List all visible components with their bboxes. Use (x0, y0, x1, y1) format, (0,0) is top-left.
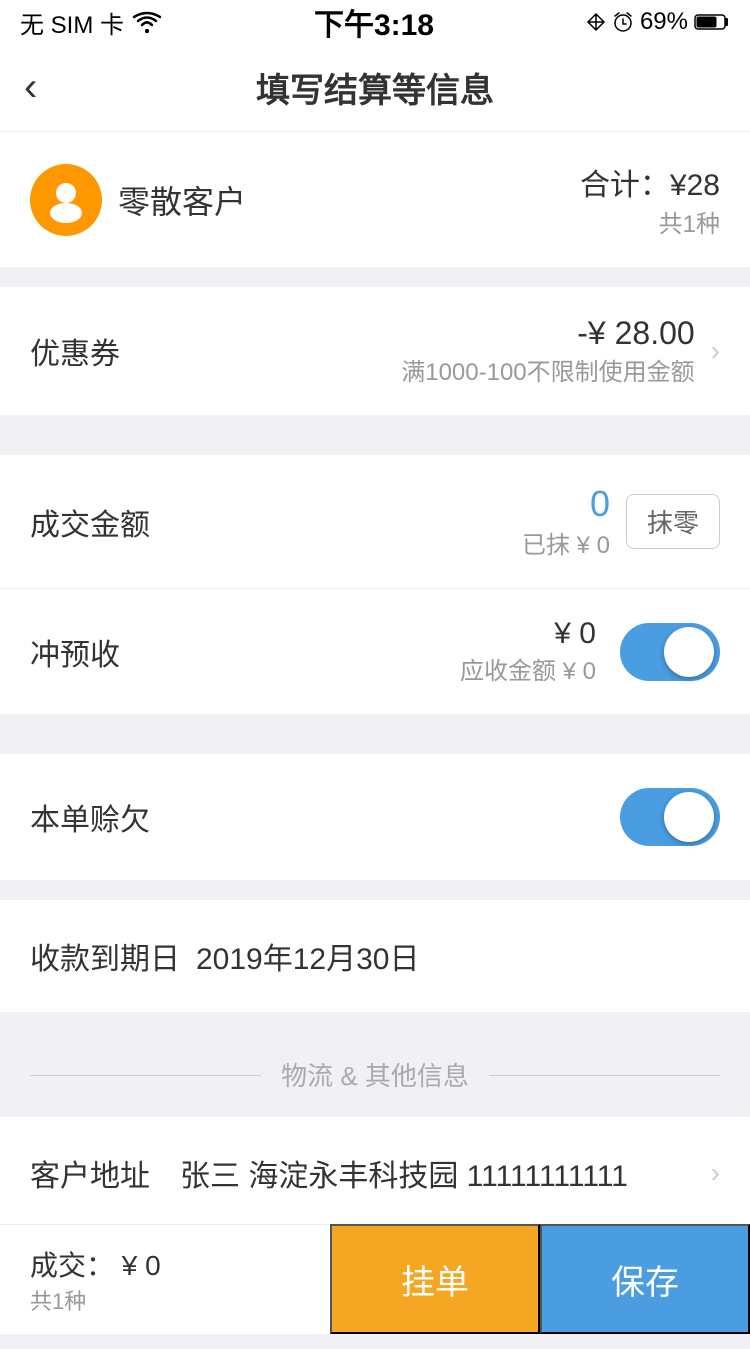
deal-amount-section: 成交金额 0 已抹 ¥ 0 抹零 冲预收 ¥ 0 应收金额 ¥ 0 (0, 455, 750, 714)
deal-amount-sub: 已抹 ¥ 0 (522, 525, 610, 560)
hold-button[interactable]: 挂单 (330, 1224, 540, 1334)
battery-percent: 69% (640, 8, 688, 36)
content: 零散客户 合计：¥28 共1种 优惠券 -¥ 28.00 满1000-100不限… (0, 132, 750, 1349)
avatar (30, 164, 102, 236)
customer-row: 零散客户 合计：¥28 共1种 (0, 132, 750, 267)
customer-name: 零散客户 (118, 177, 246, 223)
back-button[interactable]: ‹ (24, 65, 37, 110)
bottom-deal-label: 成交： (30, 1250, 114, 1281)
bottom-deal-amount: 成交： ¥ 0 (30, 1244, 300, 1284)
address-label: 客户地址 (30, 1151, 150, 1195)
total-amount: 合计：¥28 (580, 160, 720, 204)
customer-summary: 合计：¥28 共1种 (580, 160, 720, 239)
coupon-right: -¥ 28.00 满1000-100不限制使用金额 › (401, 315, 720, 387)
credit-row: 本单赊欠 (0, 754, 750, 880)
deal-amount-col: 0 已抹 ¥ 0 (522, 483, 610, 560)
credit-label: 本单赊欠 (30, 795, 150, 839)
location-icon (586, 12, 606, 32)
advance-label: 冲预收 (30, 630, 120, 674)
deal-amount-value[interactable]: 0 (522, 483, 610, 525)
advance-toggle[interactable] (620, 623, 720, 681)
bottom-count: 共1种 (30, 1284, 300, 1316)
bottom-bar: 成交： ¥ 0 共1种 挂单 保存 (0, 1224, 750, 1334)
coupon-desc: 满1000-100不限制使用金额 (401, 352, 694, 387)
status-right: 69% (586, 8, 730, 36)
coupon-value-col: -¥ 28.00 满1000-100不限制使用金额 (401, 315, 694, 387)
status-bar: 无 SIM 卡 下午3:18 69% (0, 0, 750, 44)
address-chevron-icon: › (711, 1157, 720, 1189)
toggle-knob (664, 627, 714, 677)
deal-amount-row: 成交金额 0 已抹 ¥ 0 抹零 (0, 455, 750, 589)
divider-1 (0, 435, 750, 455)
advance-amount: ¥ 0 (460, 617, 596, 651)
rounding-button[interactable]: 抹零 (626, 494, 720, 549)
status-time: 下午3:18 (314, 0, 434, 44)
credit-toggle[interactable] (620, 788, 720, 846)
alarm-icon (612, 11, 634, 33)
coupon-chevron-icon: › (711, 335, 720, 367)
deal-amount-right: 0 已抹 ¥ 0 抹零 (522, 483, 720, 560)
status-left: 无 SIM 卡 (20, 5, 162, 40)
deal-amount-label: 成交金额 (30, 500, 150, 544)
bottom-info: 成交： ¥ 0 共1种 (0, 1224, 330, 1334)
advance-amounts: ¥ 0 应收金额 ¥ 0 (460, 617, 596, 686)
no-sim-text: 无 SIM 卡 (20, 5, 124, 40)
save-button[interactable]: 保存 (540, 1224, 750, 1334)
advance-right: ¥ 0 应收金额 ¥ 0 (460, 617, 720, 686)
credit-toggle-knob (664, 792, 714, 842)
due-date-label: 收款到期日 (30, 934, 180, 978)
wifi-icon (132, 11, 162, 33)
advance-row: 冲预收 ¥ 0 应收金额 ¥ 0 (0, 589, 750, 714)
address-row[interactable]: 客户地址 张三 海淀永丰科技园 11111111111 › (0, 1117, 750, 1229)
coupon-label: 优惠券 (30, 329, 120, 373)
due-date-row: 收款到期日 2019年12月30日 (0, 900, 750, 1012)
logistics-title: 物流 & 其他信息 (261, 1056, 489, 1093)
coupon-row[interactable]: 优惠券 -¥ 28.00 满1000-100不限制使用金额 › (0, 287, 750, 415)
nav-bar: ‹ 填写结算等信息 (0, 44, 750, 132)
coupon-discount: -¥ 28.00 (401, 315, 694, 352)
advance-sub: 应收金额 ¥ 0 (460, 651, 596, 686)
logistics-header: 物流 & 其他信息 (0, 1032, 750, 1117)
bottom-deal-value: ¥ 0 (122, 1250, 161, 1281)
divider-2 (0, 734, 750, 754)
battery-icon (694, 13, 730, 31)
coupon-section: 优惠券 -¥ 28.00 满1000-100不限制使用金额 › (0, 287, 750, 415)
total-count: 共1种 (580, 204, 720, 239)
customer-left: 零散客户 (30, 164, 246, 236)
page-title: 填写结算等信息 (256, 63, 494, 112)
address-value: 张三 海淀永丰科技园 11111111111 (180, 1151, 711, 1195)
due-date-value: 2019年12月30日 (196, 934, 419, 978)
